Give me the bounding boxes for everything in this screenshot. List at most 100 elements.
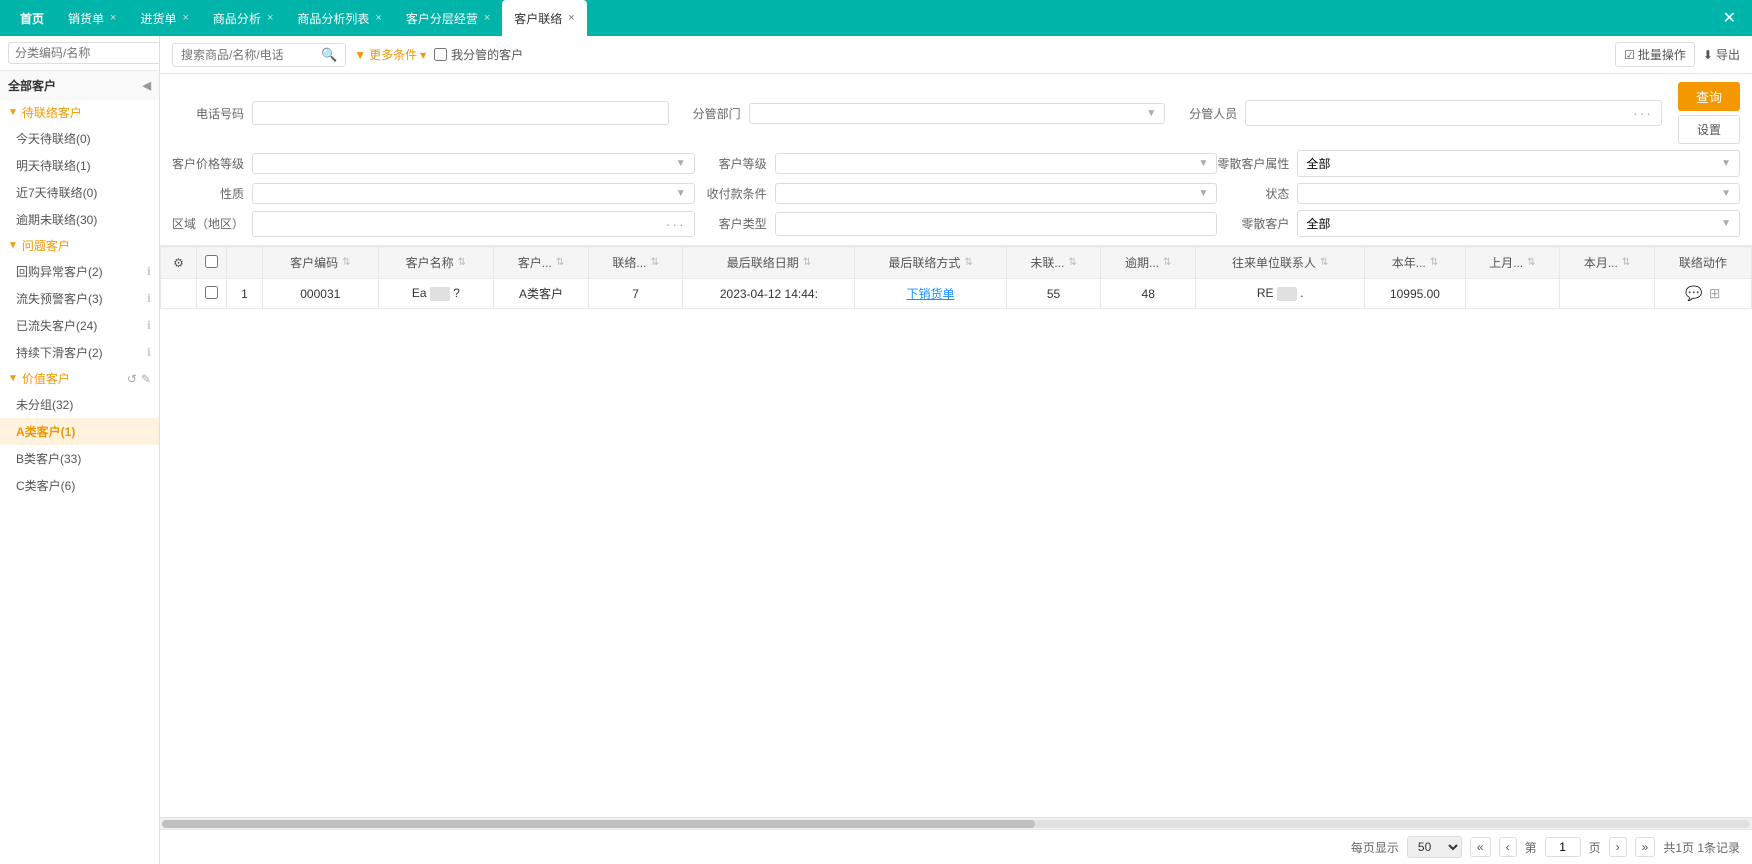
sidebar-item-abnormal[interactable]: 回购异常客户(2) ℹ — [0, 258, 159, 285]
manager-select[interactable]: ··· — [1245, 100, 1662, 126]
sort-contact-type-icon[interactable]: ⇅ — [964, 257, 972, 268]
sort-overdue-icon[interactable]: ⇅ — [1163, 257, 1171, 268]
region-label: 区域（地区） — [172, 215, 252, 232]
sidebar-item-lost[interactable]: 已流失客户(24) ℹ — [0, 312, 159, 339]
cell-num: 1 — [227, 279, 263, 309]
close-all-tabs-button[interactable]: ✕ — [1715, 8, 1744, 28]
page-end-label: 页 — [1589, 839, 1601, 856]
th-gear[interactable]: ⚙ — [161, 247, 197, 279]
unit-color-block — [1277, 287, 1297, 301]
batch-op-label: 批量操作 — [1638, 46, 1686, 63]
sort-name-icon[interactable]: ⇅ — [458, 257, 466, 268]
sort-this-month-icon[interactable]: ⇅ — [1622, 257, 1630, 268]
close-customer-contact-icon[interactable]: × — [568, 12, 574, 24]
sort-unit-icon[interactable]: ⇅ — [1320, 257, 1328, 268]
sidebar-item-overdue[interactable]: 逾期未联络(30) — [0, 206, 159, 233]
filter-search-input[interactable] — [181, 48, 321, 62]
sidebar-item-b-class[interactable]: B类客户(33) — [0, 445, 159, 472]
all-customers-label: 全部客户 — [8, 77, 56, 94]
close-sales-icon[interactable]: × — [110, 12, 116, 24]
filter-dept: 分管部门 ▼ — [669, 103, 1166, 124]
dept-label: 分管部门 — [669, 105, 749, 122]
sort-no-contact-icon[interactable]: ⇅ — [1068, 257, 1076, 268]
chat-action-icon[interactable]: 💬 — [1685, 285, 1702, 302]
retail-customer-select[interactable]: 全部 ▼ — [1297, 210, 1740, 237]
close-purchase-icon[interactable]: × — [182, 12, 188, 24]
edit-icon[interactable]: ✎ — [141, 372, 151, 386]
page-number-input[interactable] — [1545, 837, 1581, 857]
first-page-button[interactable]: « — [1470, 837, 1491, 857]
customer-level-select[interactable]: ▼ — [775, 153, 1218, 174]
filter-region: 区域（地区） ··· — [172, 211, 695, 237]
sort-year-icon[interactable]: ⇅ — [1430, 257, 1438, 268]
nature-select[interactable]: ▼ — [252, 183, 695, 204]
close-customer-tier-icon[interactable]: × — [484, 12, 490, 24]
last-page-button[interactable]: » — [1635, 837, 1656, 857]
close-goods-analysis-icon[interactable]: × — [267, 12, 273, 24]
nav-home[interactable]: 首页 — [8, 0, 56, 36]
select-all-checkbox[interactable] — [205, 255, 218, 268]
sidebar-search-input[interactable] — [8, 42, 160, 64]
sidebar-item-7days[interactable]: 近7天待联络(0) — [0, 179, 159, 206]
price-level-select[interactable]: ▼ — [252, 153, 695, 174]
group-value-customers[interactable]: ▼ 价值客户 ↺ ✎ — [0, 366, 159, 391]
sidebar-item-declining[interactable]: 持续下滑客户(2) ℹ — [0, 339, 159, 366]
nav-goods-analysis[interactable]: 商品分析 × — [201, 0, 285, 36]
payment-select[interactable]: ▼ — [775, 183, 1218, 204]
scrollbar-thumb[interactable] — [162, 820, 1035, 828]
my-customers-checkbox[interactable] — [434, 48, 447, 61]
per-page-select[interactable]: 50 100 200 — [1407, 836, 1462, 858]
nav-sales[interactable]: 销货单 × — [56, 0, 128, 36]
nav-customer-tier[interactable]: 客户分层经营 × — [394, 0, 502, 36]
nav-customer-tier-label: 客户分层经营 — [406, 10, 478, 27]
table-wrapper: ⚙ 客户编码 ⇅ — [160, 246, 1752, 817]
export-button[interactable]: ⬇ 导出 — [1703, 46, 1740, 63]
settings-button[interactable]: 设置 — [1678, 115, 1740, 144]
sidebar-item-ungroup[interactable]: 未分组(32) — [0, 391, 159, 418]
group-problem-customers[interactable]: ▼ 问题客户 — [0, 233, 159, 258]
triangle-pending-icon: ▼ — [8, 107, 18, 118]
refresh-icon[interactable]: ↺ — [127, 372, 137, 386]
row-checkbox[interactable] — [205, 286, 218, 299]
sort-contact-icon[interactable]: ⇅ — [650, 257, 658, 268]
region-select[interactable]: ··· — [252, 211, 695, 237]
sort-last-month-icon[interactable]: ⇅ — [1527, 257, 1535, 268]
sidebar-item-c-class[interactable]: C类客户(6) — [0, 472, 159, 499]
more-conditions-button[interactable]: ▼ 更多条件 ▾ — [354, 46, 426, 63]
sort-type-icon[interactable]: ⇅ — [556, 257, 564, 268]
scrollbar-track[interactable] — [162, 820, 1750, 828]
status-label: 状态 — [1217, 185, 1297, 202]
group-pending-contact[interactable]: ▼ 待联络客户 — [0, 100, 159, 125]
phone-input[interactable] — [252, 101, 669, 125]
dept-select[interactable]: ▼ — [749, 103, 1166, 124]
settings-table-icon[interactable]: ⚙ — [173, 256, 184, 270]
sidebar-all-customers[interactable]: 全部客户 ◀ — [0, 71, 159, 100]
sort-code-icon[interactable]: ⇅ — [342, 257, 350, 268]
th-check[interactable] — [197, 247, 227, 279]
prev-page-button[interactable]: ‹ — [1499, 837, 1517, 857]
next-page-button[interactable]: › — [1609, 837, 1627, 857]
status-select[interactable]: ▼ — [1297, 183, 1740, 204]
cell-last-contact-type[interactable]: 下销货单 — [855, 279, 1006, 309]
cell-check[interactable] — [197, 279, 227, 309]
nav-goods-list[interactable]: 商品分析列表 × — [285, 0, 393, 36]
sidebar-item-today[interactable]: 今天待联络(0) — [0, 125, 159, 152]
horizontal-scrollbar[interactable] — [160, 817, 1752, 829]
customer-type-input[interactable] — [775, 212, 1218, 236]
info-declining-icon: ℹ — [147, 346, 151, 359]
sidebar-item-warning[interactable]: 流失预警客户(3) ℹ — [0, 285, 159, 312]
query-button[interactable]: 查询 — [1678, 82, 1740, 111]
grid-action-icon[interactable]: ⊞ — [1709, 285, 1721, 302]
close-goods-list-icon[interactable]: × — [375, 12, 381, 24]
sidebar-item-tomorrow[interactable]: 明天待联络(1) — [0, 152, 159, 179]
action-buttons: 💬 ⊞ — [1663, 285, 1743, 302]
sort-date-icon[interactable]: ⇅ — [803, 257, 811, 268]
customer-table: ⚙ 客户编码 ⇅ — [160, 246, 1752, 309]
nav-customer-contact[interactable]: 客户联络 × — [502, 0, 586, 36]
retail-attr-select[interactable]: 全部 ▼ — [1297, 150, 1740, 177]
nav-purchase[interactable]: 进货单 × — [128, 0, 200, 36]
sidebar-item-a-class[interactable]: A类客户(1) — [0, 418, 159, 445]
batch-op-button[interactable]: ☑ 批量操作 — [1615, 42, 1695, 67]
my-customers-checkbox-area: 我分管的客户 — [434, 46, 523, 63]
filter-search-icon[interactable]: 🔍 — [321, 47, 337, 63]
